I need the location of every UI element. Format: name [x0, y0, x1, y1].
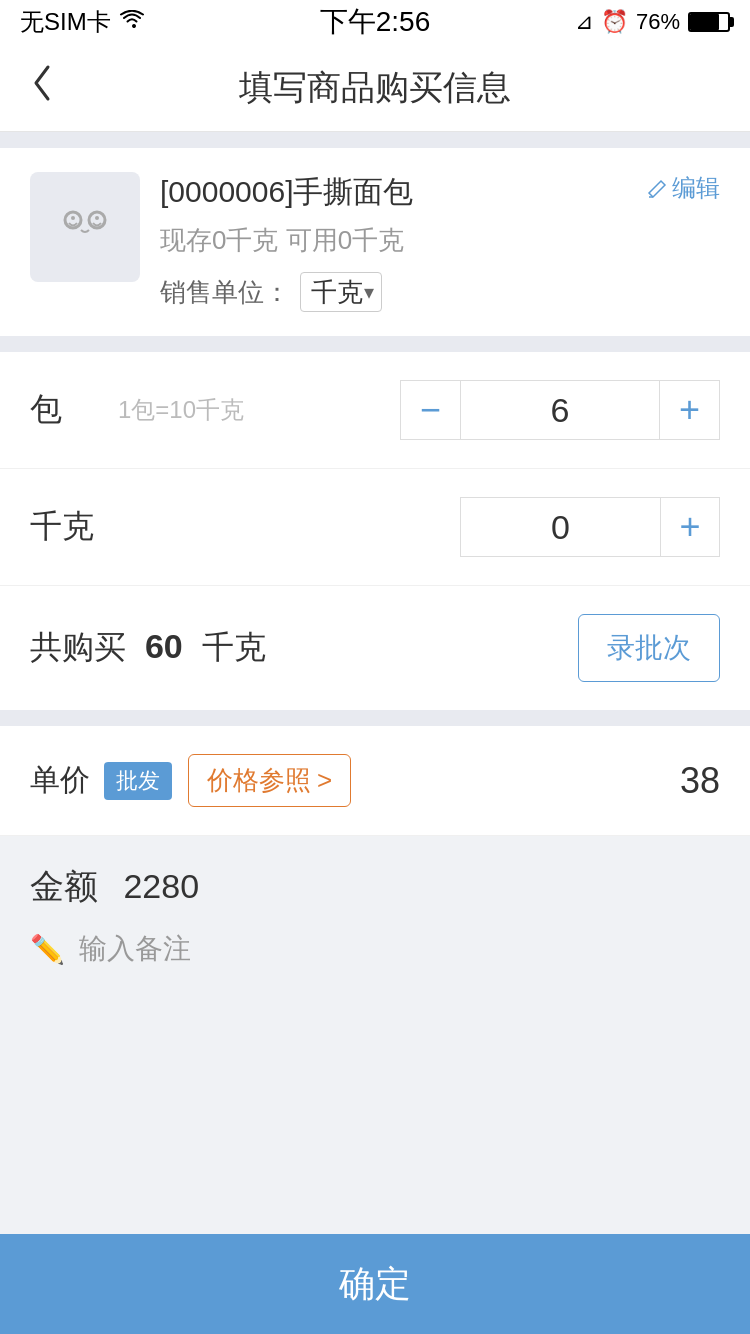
page-title: 填写商品购买信息: [239, 65, 511, 111]
product-info: [0000006]手撕面包 编辑 现存0千克 可用0千克 销售单位： 千克: [160, 172, 720, 312]
kg-quantity-control: +: [460, 497, 720, 557]
price-ref-button[interactable]: 价格参照 >: [188, 754, 351, 807]
price-row: 单价 批发 价格参照 > 38: [0, 726, 750, 836]
back-button[interactable]: [30, 63, 54, 112]
amount-section: 金额 2280 ✏️ 输入备注: [0, 836, 750, 988]
form-section: 包 1包=10千克 − + 千克 + 共购买 60 千克 录批次: [0, 352, 750, 710]
remark-label: 输入备注: [79, 930, 191, 968]
unit-select-wrapper[interactable]: 千克: [300, 272, 382, 312]
bag-quantity-input[interactable]: [460, 380, 660, 440]
price-type-tag: 批发: [104, 762, 172, 800]
unit-label: 销售单位：: [160, 275, 290, 310]
batch-button[interactable]: 录批次: [578, 614, 720, 682]
pencil-icon: ✏️: [30, 933, 65, 966]
bag-sublabel: 1包=10千克: [118, 394, 400, 426]
divider-2: [0, 710, 750, 726]
edit-button[interactable]: 编辑: [646, 172, 720, 204]
kg-label: 千克: [30, 505, 110, 549]
alarm-icon: ⏰: [601, 9, 628, 35]
status-bar-time: 下午2:56: [320, 3, 431, 41]
kg-row: 千克 +: [0, 469, 750, 586]
product-card: [0000006]手撕面包 编辑 现存0千克 可用0千克 销售单位： 千克: [0, 148, 750, 336]
product-stock: 现存0千克 可用0千克: [160, 223, 720, 258]
svg-point-2: [71, 216, 75, 220]
bag-increase-button[interactable]: +: [660, 380, 720, 440]
amount-value: 2280: [123, 867, 199, 905]
total-text: 共购买 60 千克: [30, 626, 578, 670]
divider-1: [0, 336, 750, 352]
price-section: 单价 批发 价格参照 > 38: [0, 726, 750, 836]
status-bar: 无SIM卡 下午2:56 ⊿ ⏰ 76%: [0, 0, 750, 44]
kg-quantity-input[interactable]: [460, 497, 660, 557]
product-unit-row: 销售单位： 千克: [160, 272, 720, 312]
product-logo-icon: [55, 198, 115, 256]
confirm-button-label: 确定: [339, 1260, 411, 1309]
product-name: [0000006]手撕面包: [160, 172, 413, 213]
kg-increase-button[interactable]: +: [660, 497, 720, 557]
total-row: 共购买 60 千克 录批次: [0, 586, 750, 710]
wifi-icon: [119, 8, 145, 36]
bag-row: 包 1包=10千克 − +: [0, 352, 750, 469]
battery-percent: 76%: [636, 9, 680, 35]
bag-decrease-button[interactable]: −: [400, 380, 460, 440]
status-bar-right: ⊿ ⏰ 76%: [575, 9, 730, 35]
confirm-bar[interactable]: 确定: [0, 1234, 750, 1334]
price-value: 38: [680, 760, 720, 802]
amount-row: 金额 2280: [30, 864, 720, 910]
nav-bar: 填写商品购买信息: [0, 44, 750, 132]
status-bar-left: 无SIM卡: [20, 6, 145, 38]
bag-label: 包: [30, 388, 110, 432]
bag-quantity-control: − +: [400, 380, 720, 440]
carrier-text: 无SIM卡: [20, 6, 111, 38]
location-icon: ⊿: [575, 9, 593, 35]
price-label: 单价: [30, 760, 90, 801]
battery-icon: [688, 12, 730, 32]
product-name-row: [0000006]手撕面包 编辑: [160, 172, 720, 213]
svg-point-3: [95, 216, 99, 220]
remark-row[interactable]: ✏️ 输入备注: [30, 930, 720, 968]
divider-top: [0, 132, 750, 148]
unit-select[interactable]: 千克: [300, 272, 382, 312]
product-image: [30, 172, 140, 282]
